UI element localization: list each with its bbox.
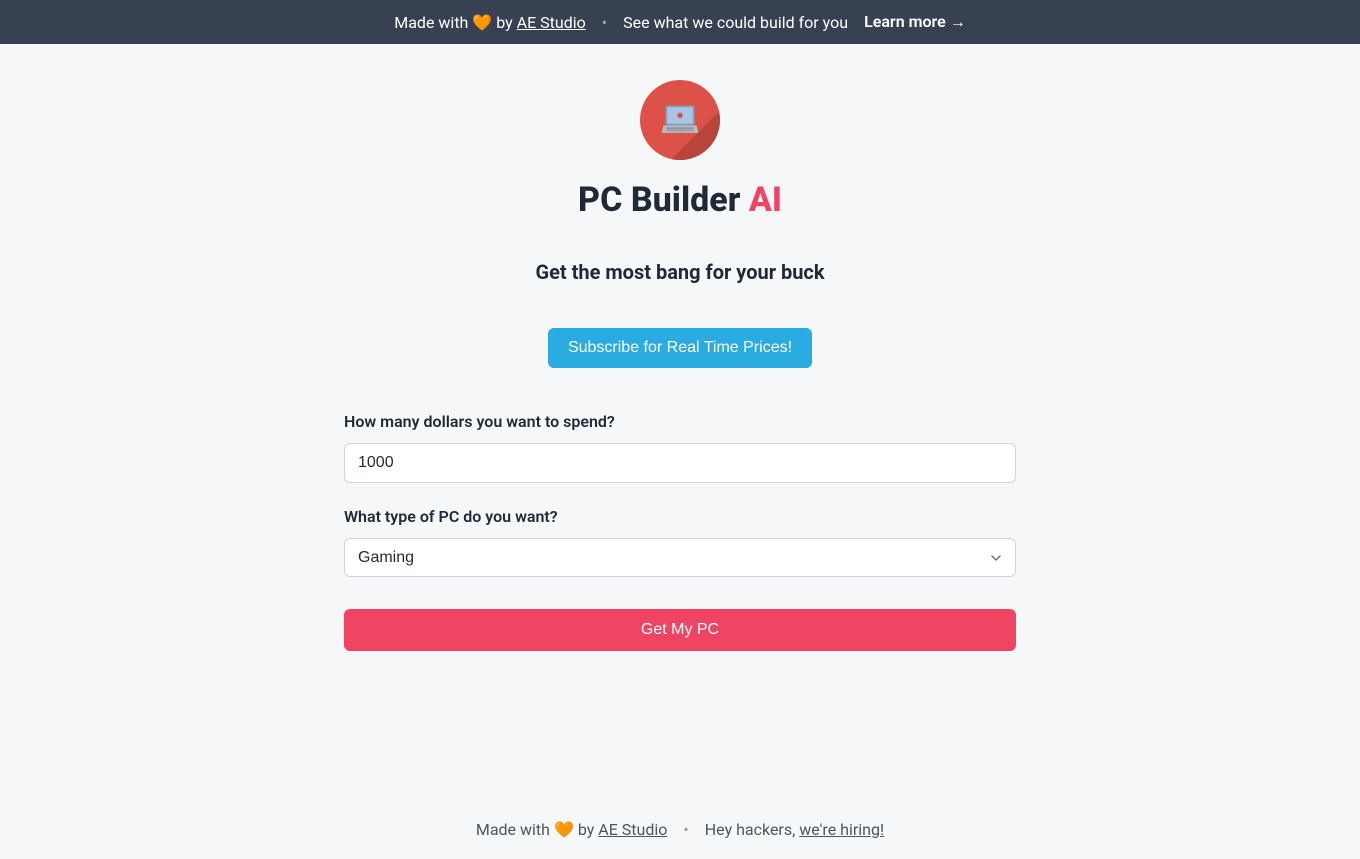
banner-bullet-1: • <box>602 13 607 32</box>
pc-type-select[interactable]: Gaming <box>344 538 1016 577</box>
top-banner: Made with 🧡 by AE Studio • See what we c… <box>0 0 1360 44</box>
footer: Made with 🧡 by AE Studio • Hey hackers, … <box>0 800 1360 859</box>
banner-learn-more-link[interactable]: Learn more → <box>864 12 966 32</box>
budget-input[interactable] <box>344 443 1016 483</box>
footer-hiring: Hey hackers, we're hiring! <box>705 820 884 839</box>
footer-bullet: • <box>683 820 688 839</box>
title-prefix: PC Builder <box>578 180 749 220</box>
subscribe-button[interactable]: Subscribe for Real Time Prices! <box>548 328 812 368</box>
footer-studio-link[interactable]: AE Studio <box>598 820 667 839</box>
form-container: How many dollars you want to spend? What… <box>344 412 1016 651</box>
budget-label: How many dollars you want to spend? <box>344 412 1016 431</box>
footer-made-with: Made with 🧡 by AE Studio <box>476 820 668 839</box>
logo-circle <box>640 80 720 160</box>
banner-made-with-text: Made with 🧡 by <box>394 13 516 32</box>
page-title: PC Builder AI <box>578 180 782 220</box>
footer-hiring-link[interactable]: we're hiring! <box>799 820 884 839</box>
banner-studio-link[interactable]: AE Studio <box>517 13 586 32</box>
footer-hiring-prefix: Hey hackers, <box>705 820 799 839</box>
laptop-icon <box>658 98 702 142</box>
banner-made-with: Made with 🧡 by AE Studio <box>394 13 586 32</box>
main-content: PC Builder AI Get the most bang for your… <box>0 44 1360 800</box>
footer-made-with-text: Made with 🧡 by <box>476 820 598 839</box>
pc-type-label: What type of PC do you want? <box>344 507 1016 526</box>
get-my-pc-button[interactable]: Get My PC <box>344 609 1016 651</box>
banner-tagline: See what we could build for you <box>623 13 848 32</box>
select-wrapper: Gaming <box>344 538 1016 577</box>
page-subtitle: Get the most bang for your buck <box>535 260 824 284</box>
title-accent: AI <box>749 180 782 220</box>
